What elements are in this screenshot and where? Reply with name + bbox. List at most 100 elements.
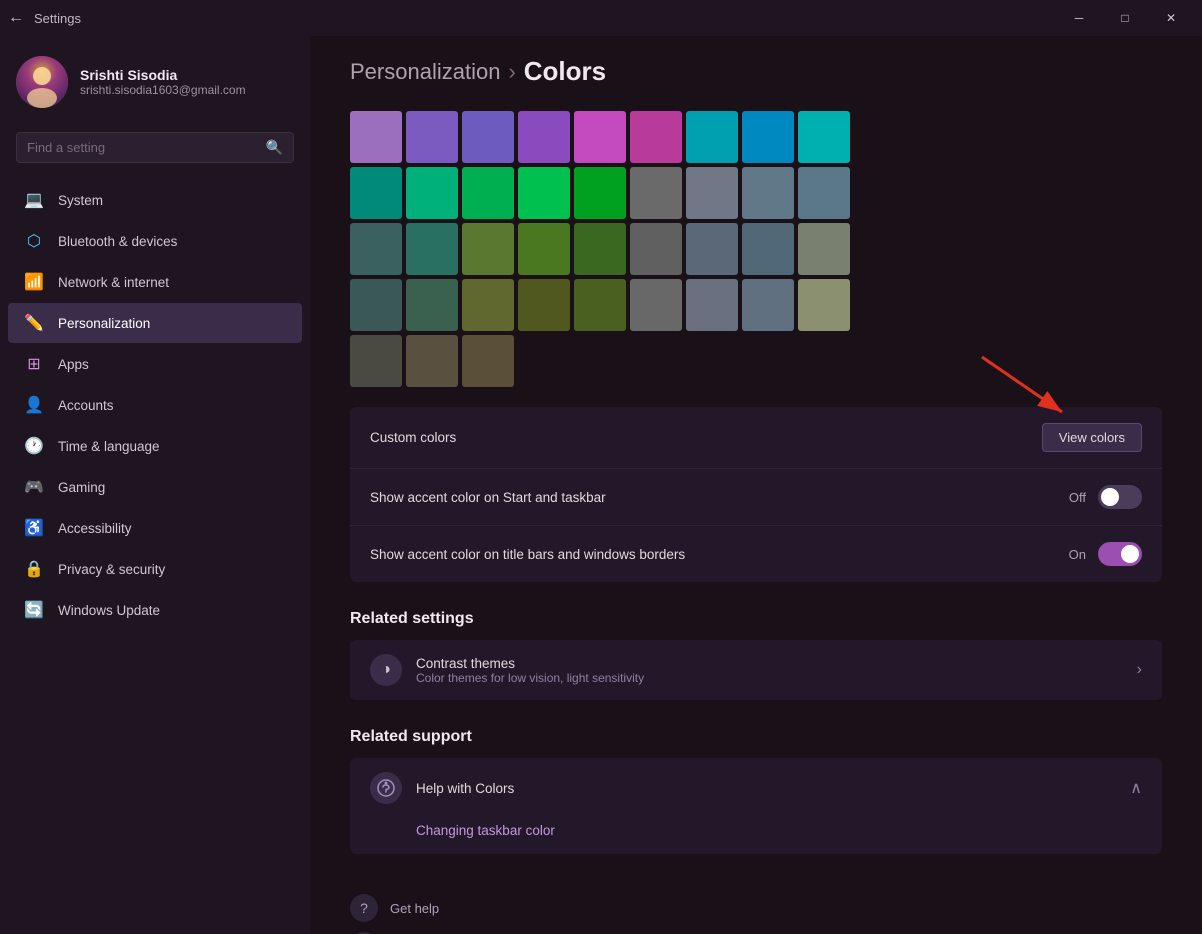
user-name: Srishti Sisodia: [80, 67, 246, 83]
accounts-nav-icon: 👤: [24, 395, 44, 415]
network-nav-label: Network & internet: [58, 275, 169, 290]
color-swatch-1-7[interactable]: [742, 167, 794, 219]
sidebar-item-accessibility[interactable]: ♿ Accessibility: [8, 508, 302, 548]
user-profile[interactable]: Srishti Sisodia srishti.sisodia1603@gmai…: [0, 36, 310, 124]
color-swatch-3-2[interactable]: [462, 279, 514, 331]
color-swatch-0-4[interactable]: [574, 111, 626, 163]
help-content: Changing taskbar color: [350, 818, 1162, 854]
breadcrumb: Personalization › Colors: [350, 56, 1162, 87]
personalization-nav-label: Personalization: [58, 316, 150, 331]
color-swatch-3-6[interactable]: [686, 279, 738, 331]
sidebar-item-apps[interactable]: ⊞ Apps: [8, 344, 302, 384]
minimize-button[interactable]: ─: [1056, 0, 1102, 36]
color-swatch-2-0[interactable]: [350, 223, 402, 275]
back-arrow[interactable]: ←: [8, 9, 24, 27]
color-swatch-4-2[interactable]: [462, 335, 514, 387]
help-colors-item: Help with Colors ∧ Changing taskbar colo…: [350, 758, 1162, 854]
color-swatch-3-0[interactable]: [350, 279, 402, 331]
color-swatch-3-7[interactable]: [742, 279, 794, 331]
sidebar: Srishti Sisodia srishti.sisodia1603@gmai…: [0, 36, 310, 934]
color-swatch-0-0[interactable]: [350, 111, 402, 163]
color-swatch-0-8[interactable]: [798, 111, 850, 163]
sidebar-item-update[interactable]: 🔄 Windows Update: [8, 590, 302, 630]
color-swatch-1-4[interactable]: [574, 167, 626, 219]
color-swatch-2-8[interactable]: [798, 223, 850, 275]
accounts-nav-label: Accounts: [58, 398, 114, 413]
sidebar-item-time[interactable]: 🕐 Time & language: [8, 426, 302, 466]
related-item-left: ◑ Contrast themes Color themes for low v…: [370, 654, 644, 686]
privacy-nav-icon: 🔒: [24, 559, 44, 579]
color-swatch-2-3[interactable]: [518, 223, 570, 275]
user-info: Srishti Sisodia srishti.sisodia1603@gmai…: [80, 67, 246, 97]
personalization-nav-icon: ✏️: [24, 313, 44, 333]
color-swatch-1-8[interactable]: [798, 167, 850, 219]
color-swatch-1-1[interactable]: [406, 167, 458, 219]
time-nav-icon: 🕐: [24, 436, 44, 456]
view-colors-button[interactable]: View colors: [1042, 423, 1142, 452]
color-swatch-2-6[interactable]: [686, 223, 738, 275]
accent-title-toggle[interactable]: [1098, 542, 1142, 566]
breadcrumb-parent[interactable]: Personalization: [350, 59, 500, 85]
chevron-up-icon: ∧: [1130, 778, 1142, 798]
network-nav-icon: 📶: [24, 272, 44, 292]
avatar: [16, 56, 68, 108]
color-swatch-0-2[interactable]: [462, 111, 514, 163]
color-swatch-4-1[interactable]: [406, 335, 458, 387]
help-icon: [370, 772, 402, 804]
color-swatch-3-8[interactable]: [798, 279, 850, 331]
accent-title-toggle-thumb: [1121, 545, 1139, 563]
color-swatch-2-7[interactable]: [742, 223, 794, 275]
system-nav-label: System: [58, 193, 103, 208]
accessibility-nav-icon: ♿: [24, 518, 44, 538]
color-swatch-0-5[interactable]: [630, 111, 682, 163]
search-box[interactable]: 🔍: [16, 132, 294, 163]
sidebar-item-bluetooth[interactable]: ⬡ Bluetooth & devices: [8, 221, 302, 261]
color-swatch-3-4[interactable]: [574, 279, 626, 331]
maximize-button[interactable]: □: [1102, 0, 1148, 36]
get-help-label: Get help: [390, 901, 439, 916]
get-help-row[interactable]: ? Get help: [350, 894, 1162, 922]
sidebar-item-gaming[interactable]: 🎮 Gaming: [8, 467, 302, 507]
sidebar-item-privacy[interactable]: 🔒 Privacy & security: [8, 549, 302, 589]
color-swatch-3-5[interactable]: [630, 279, 682, 331]
color-swatch-1-0[interactable]: [350, 167, 402, 219]
custom-colors-row: Custom colors View colors: [350, 407, 1162, 469]
system-nav-icon: 💻: [24, 190, 44, 210]
changing-taskbar-color-link[interactable]: Changing taskbar color: [416, 823, 555, 838]
color-swatch-0-7[interactable]: [742, 111, 794, 163]
color-swatch-2-5[interactable]: [630, 223, 682, 275]
color-swatch-1-6[interactable]: [686, 167, 738, 219]
color-swatch-0-3[interactable]: [518, 111, 570, 163]
close-button[interactable]: ✕: [1148, 0, 1194, 36]
color-swatch-2-1[interactable]: [406, 223, 458, 275]
gaming-nav-icon: 🎮: [24, 477, 44, 497]
color-swatch-3-3[interactable]: [518, 279, 570, 331]
sidebar-item-personalization[interactable]: ✏️ Personalization: [8, 303, 302, 343]
accent-title-label: Show accent color on title bars and wind…: [370, 547, 685, 562]
search-input[interactable]: [27, 140, 258, 155]
custom-colors-label: Custom colors: [370, 430, 456, 445]
color-swatch-2-2[interactable]: [462, 223, 514, 275]
color-row-4: [350, 335, 1162, 387]
color-swatch-1-2[interactable]: [462, 167, 514, 219]
app-body: Srishti Sisodia srishti.sisodia1603@gmai…: [0, 36, 1202, 934]
sidebar-item-network[interactable]: 📶 Network & internet: [8, 262, 302, 302]
related-support-title: Related support: [350, 728, 1162, 746]
color-swatch-0-1[interactable]: [406, 111, 458, 163]
color-swatch-4-0[interactable]: [350, 335, 402, 387]
color-row-0: [350, 111, 1162, 163]
color-swatch-3-1[interactable]: [406, 279, 458, 331]
bluetooth-nav-icon: ⬡: [24, 231, 44, 251]
color-swatch-2-4[interactable]: [574, 223, 626, 275]
color-swatch-1-5[interactable]: [630, 167, 682, 219]
accent-start-toggle[interactable]: [1098, 485, 1142, 509]
color-swatch-0-6[interactable]: [686, 111, 738, 163]
sidebar-item-accounts[interactable]: 👤 Accounts: [8, 385, 302, 425]
related-item-contrast[interactable]: ◑ Contrast themes Color themes for low v…: [350, 640, 1162, 700]
search-container: 🔍: [0, 124, 310, 179]
search-icon: 🔍: [266, 139, 283, 156]
help-colors-header[interactable]: Help with Colors ∧: [350, 758, 1162, 818]
accent-title-right: On: [1069, 542, 1142, 566]
sidebar-item-system[interactable]: 💻 System: [8, 180, 302, 220]
color-swatch-1-3[interactable]: [518, 167, 570, 219]
